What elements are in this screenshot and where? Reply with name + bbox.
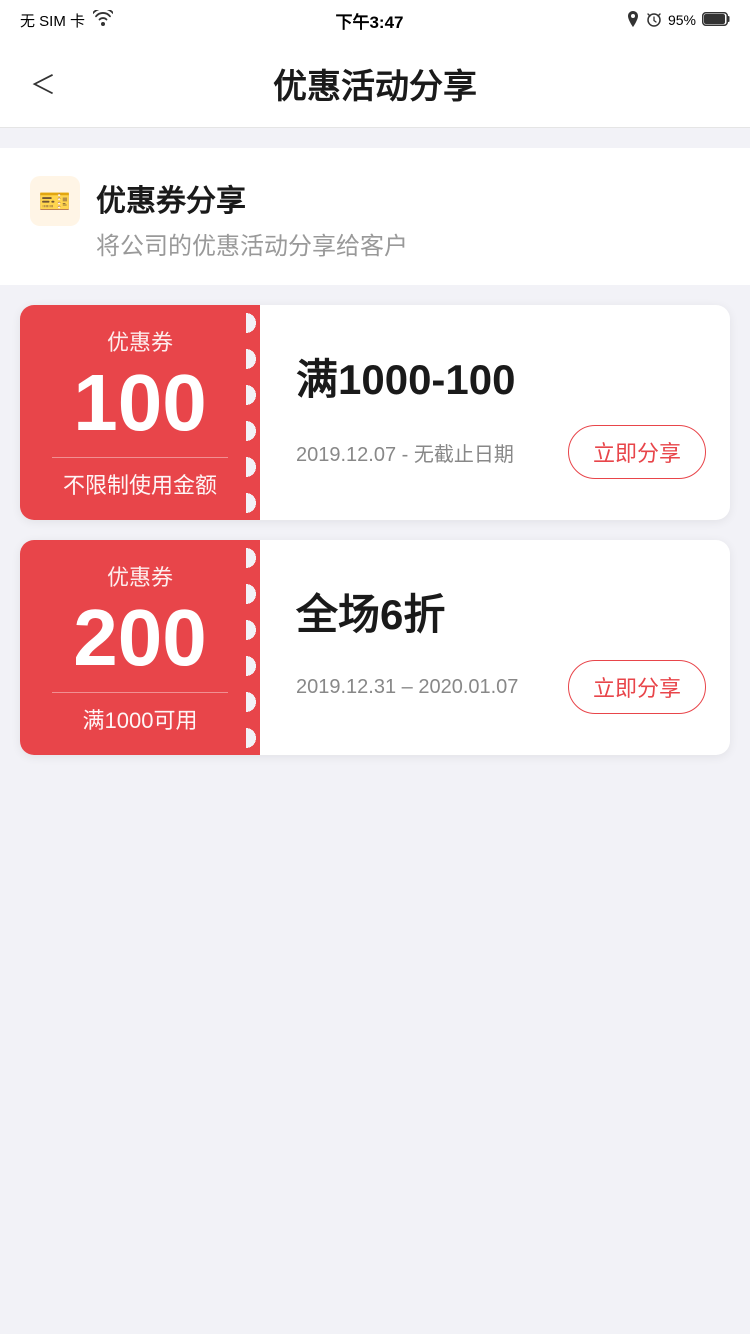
back-button[interactable]: ＜ (30, 65, 56, 102)
page-title: 优惠活动分享 (273, 59, 477, 108)
section-header: 🎫 优惠券分享 将公司的优惠活动分享给客户 (0, 148, 750, 285)
coupon-meta-1: 2019.12.31 – 2020.01.07 立即分享 (296, 660, 706, 714)
status-right: 95% (626, 11, 730, 30)
coupon-date-1: 2019.12.31 – 2020.01.07 (296, 676, 518, 699)
coupon-right-1: 全场6折 2019.12.31 – 2020.01.07 立即分享 (260, 540, 730, 755)
battery-icon (702, 12, 730, 29)
coupon-meta-0: 2019.12.07 - 无截止日期 立即分享 (296, 425, 706, 479)
status-time: 下午3:47 (335, 8, 403, 33)
coupon-right-0: 满1000-100 2019.12.07 - 无截止日期 立即分享 (260, 305, 730, 520)
coupon-title-0: 满1000-100 (296, 346, 706, 407)
coupon-left-1: 优惠券 200 满1000可用 (20, 540, 260, 755)
coupon-type-0: 优惠券 (107, 325, 173, 357)
coupon-title-1: 全场6折 (296, 581, 706, 642)
share-button-1[interactable]: 立即分享 (568, 660, 706, 714)
share-button-0[interactable]: 立即分享 (568, 425, 706, 479)
coupon-card-1: 优惠券 200 满1000可用 全场6折 2019.12.31 – 2020.0… (20, 540, 730, 755)
alarm-icon (646, 11, 662, 30)
coupon-condition-0: 不限制使用金额 (63, 468, 217, 500)
location-icon (626, 11, 640, 30)
coupon-divider-0 (52, 457, 228, 458)
section-subtitle: 将公司的优惠活动分享给客户 (96, 226, 408, 261)
status-bar: 无 SIM 卡 下午3:47 95% (0, 0, 750, 40)
status-left: 无 SIM 卡 (20, 10, 113, 31)
coupon-condition-1: 满1000可用 (83, 703, 198, 735)
coupon-amount-1: 200 (73, 598, 206, 678)
coupon-amount-0: 100 (73, 363, 206, 443)
section-title: 优惠券分享 (96, 176, 408, 220)
coupon-divider-1 (52, 692, 228, 693)
coupon-date-0: 2019.12.07 - 无截止日期 (296, 438, 514, 467)
coupon-card: 优惠券 100 不限制使用金额 满1000-100 2019.12.07 - 无… (20, 305, 730, 520)
wifi-icon (93, 10, 113, 30)
battery-percent: 95% (668, 12, 696, 28)
coupon-type-1: 优惠券 (107, 560, 173, 592)
coupon-left-0: 优惠券 100 不限制使用金额 (20, 305, 260, 520)
section-icon: 🎫 (30, 176, 80, 226)
nav-bar: ＜ 优惠活动分享 (0, 40, 750, 128)
coupons-area: 优惠券 100 不限制使用金额 满1000-100 2019.12.07 - 无… (0, 285, 750, 775)
carrier-label: 无 SIM 卡 (20, 10, 85, 31)
